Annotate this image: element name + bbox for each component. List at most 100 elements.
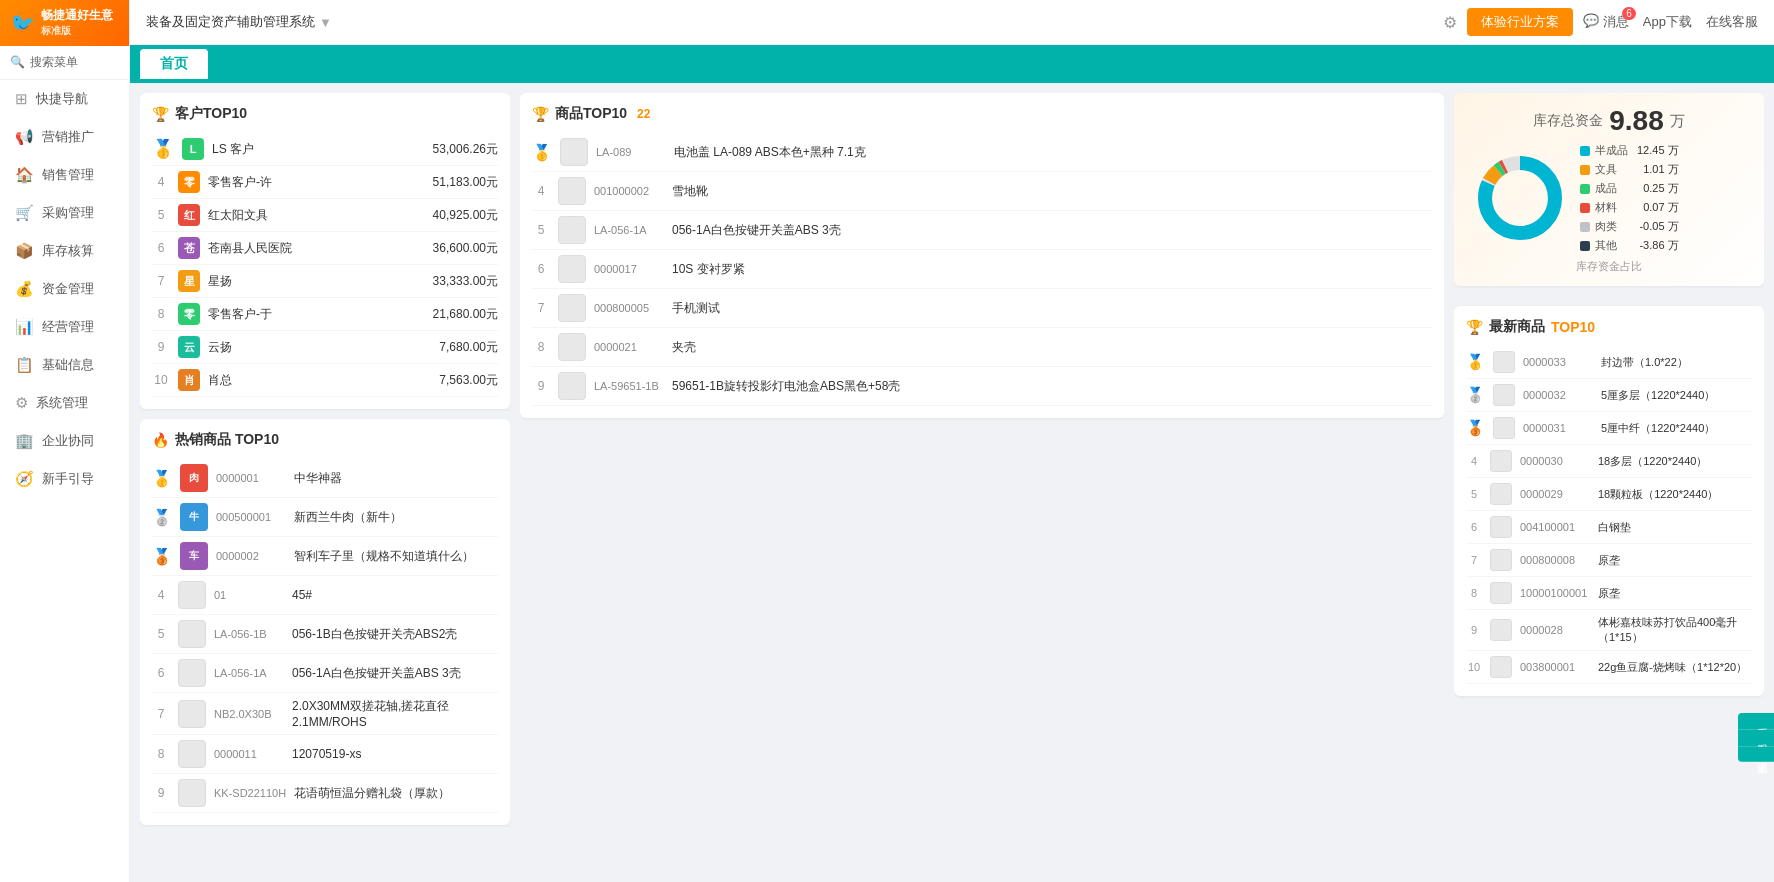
product-name: 中华神器 [294,470,498,487]
inventory-value: 9.88 [1609,105,1664,137]
sidebar-item-enterprise[interactable]: 🏢 企业协同 [0,422,129,460]
legend-item: 文具 1.01 万 [1580,162,1679,177]
hot-product-row[interactable]: 🥈牛 000500001 新西兰牛肉（新牛） [152,498,498,537]
customer-row[interactable]: 8 零 零售客户-于 21,680.00元 [152,298,498,331]
legend-value: -3.86 万 [1639,238,1678,253]
customer-list: 🥇 L LS 客户 53,006.26元4 零 零售客户-许 51,183.00… [152,133,498,397]
customer-row[interactable]: 10 肖 肖总 7,563.00元 [152,364,498,397]
new-product-row[interactable]: 6 004100001 白钢垫 [1466,511,1752,544]
notifications-btn[interactable]: 💬 6 消息 [1583,13,1629,31]
medal-icon: 🥈 [152,508,172,527]
rank-num: 9 [152,786,170,800]
sidebar-item-finance[interactable]: 💰 资金管理 [0,270,129,308]
sidebar-item-system[interactable]: ⚙ 系统管理 [0,384,129,422]
sidebar-search[interactable]: 🔍 搜索菜单 [0,46,129,80]
online-service-btn[interactable]: 在线客服 [1706,13,1758,31]
hot-product-row[interactable]: 🥉车 0000002 智利车子里（规格不知道填什么） [152,537,498,576]
new-product-row[interactable]: 7 000800008 原垄 [1466,544,1752,577]
sidebar-item-label: 资金管理 [42,280,94,298]
new-product-row[interactable]: 5 0000029 18颗粒板（1220*2440） [1466,478,1752,511]
customer-badge: 星 [178,270,200,292]
gear-icon[interactable]: ⚙ [1443,13,1457,32]
middle-product-row[interactable]: 6 0000017 10S 变衬罗紧 [532,250,1432,289]
product-name: 手机测试 [672,300,1432,317]
new-product-row[interactable]: 9 0000028 体彬嘉枝味苏打饮品400毫升（1*15） [1466,610,1752,651]
product-name: 12070519-xs [292,747,498,761]
sidebar-item-icon: ⚙ [15,394,28,412]
product-name: 夹壳 [672,339,1432,356]
rank-num: 6 [152,241,170,255]
new-products-card: 🏆 最新商品 TOP10 🥇 0000033 封边带（1.0*22）🥈 0000… [1454,306,1764,696]
sidebar-item-basics[interactable]: 📋 基础信息 [0,346,129,384]
middle-product-row[interactable]: 🥇 LA-089 电池盖 LA-089 ABS本色+黑种 7.1克 [532,133,1432,172]
customer-row[interactable]: 9 云 云扬 7,680.00元 [152,331,498,364]
legend-name: 半成品 [1595,143,1628,158]
hot-product-row[interactable]: 6 LA-056-1A 056-1A白色按键开关盖ABS 3壳 [152,654,498,693]
medal-icon: 🥇 [1466,353,1485,371]
product-code: 0000021 [594,341,664,353]
hot-product-row[interactable]: 8 0000011 12070519-xs [152,735,498,774]
middle-product-row[interactable]: 8 0000021 夹壳 [532,328,1432,367]
float-btn-desktop[interactable]: 桌面 [1738,747,1774,762]
customer-name: 苍南县人民医院 [208,240,425,257]
legend-value: 1.01 万 [1643,162,1678,177]
tab-home[interactable]: 首页 [140,49,208,79]
app-download-btn[interactable]: App下载 [1643,13,1692,31]
new-product-row[interactable]: 8 10000100001 原垄 [1466,577,1752,610]
sidebar-item-label: 快捷导航 [36,90,88,108]
product-code: LA-056-1A [594,224,664,236]
sidebar-item-operations[interactable]: 📊 经营管理 [0,308,129,346]
trial-btn[interactable]: 体验行业方案 [1467,8,1573,36]
rank-num: 7 [532,301,550,315]
new-product-row[interactable]: 🥈 0000032 5厘多层（1220*2440） [1466,379,1752,412]
middle-product-row[interactable]: 7 000800005 手机测试 [532,289,1432,328]
hot-product-row[interactable]: 5 LA-056-1B 056-1B白色按键开关壳ABS2壳 [152,615,498,654]
chart-label: 库存资金占比 [1470,259,1748,274]
product-name: 智利车子里（规格不知道填什么） [294,548,498,565]
customer-name: 零售客户-许 [208,174,425,191]
rank-num: 5 [1466,488,1482,500]
new-product-row[interactable]: 🥉 0000031 5厘中纤（1220*2440） [1466,412,1752,445]
sidebar-item-label: 营销推广 [42,128,94,146]
product-name: 22g鱼豆腐-烧烤味（1*12*20） [1598,660,1752,675]
sidebar-item-quick-nav[interactable]: ⊞ 快捷导航 [0,80,129,118]
sidebar-item-guide[interactable]: 🧭 新手引导 [0,460,129,498]
hot-product-row[interactable]: 9 KK-SD22110H 花语萌恒温分赠礼袋（厚款） [152,774,498,813]
sidebar-item-marketing[interactable]: 📢 营销推广 [0,118,129,156]
product-name: 封边带（1.0*22） [1601,355,1752,370]
customer-row[interactable]: 7 星 星扬 33,333.00元 [152,265,498,298]
new-product-row[interactable]: 10 003800001 22g鱼豆腐-烧烤味（1*12*20） [1466,651,1752,684]
product-code: 01 [214,589,284,601]
hot-icon: 🔥 [152,432,169,448]
middle-products-title-text: 商品TOP10 [555,105,627,123]
product-code: 0000032 [1523,389,1593,401]
customer-row[interactable]: 5 红 红太阳文具 40,925.00元 [152,199,498,232]
sidebar-item-sales[interactable]: 🏠 销售管理 [0,156,129,194]
middle-product-row[interactable]: 4 001000002 雪地靴 [532,172,1432,211]
legend-value: 0.25 万 [1643,181,1678,196]
hot-product-row[interactable]: 7 NB2.0X30B 2.0X30MM双搓花轴,搓花直径2.1MM/ROHS [152,693,498,735]
sidebar-item-inventory[interactable]: 📦 库存核算 [0,232,129,270]
system-title[interactable]: 装备及固定资产辅助管理系统 ▼ [146,13,1433,31]
customer-row[interactable]: 🥇 L LS 客户 53,006.26元 [152,133,498,166]
customer-row[interactable]: 6 苍 苍南县人民医院 36,600.00元 [152,232,498,265]
sidebar-item-purchase[interactable]: 🛒 采购管理 [0,194,129,232]
customer-amount: 40,925.00元 [433,207,498,224]
middle-product-row[interactable]: 5 LA-056-1A 056-1A白色按键开关盖ABS 3壳 [532,211,1432,250]
new-product-row[interactable]: 4 0000030 18多层（1220*2440） [1466,445,1752,478]
float-btn-service-community[interactable]: 服务社区 [1738,730,1774,747]
hot-product-row[interactable]: 🥇肉 0000001 中华神器 [152,459,498,498]
legend-value: 0.07 万 [1643,200,1678,215]
hot-product-row[interactable]: 4 01 45# [152,576,498,615]
rank-num: 5 [152,627,170,641]
product-image-placeholder [1490,483,1512,505]
customer-name: 星扬 [208,273,425,290]
float-btn-customer-service[interactable]: 客服热线 [1738,713,1774,730]
product-code: 0000031 [1523,422,1593,434]
middle-product-row[interactable]: 9 LA-59651-1B 59651-1B旋转投影灯电池盒ABS黑色+58壳 [532,367,1432,406]
notification-badge: 6 [1622,7,1636,20]
new-product-row[interactable]: 🥇 0000033 封边带（1.0*22） [1466,346,1752,379]
customer-row[interactable]: 4 零 零售客户-许 51,183.00元 [152,166,498,199]
notification-icon: 💬 [1583,13,1599,31]
product-image-placeholder [558,255,586,283]
